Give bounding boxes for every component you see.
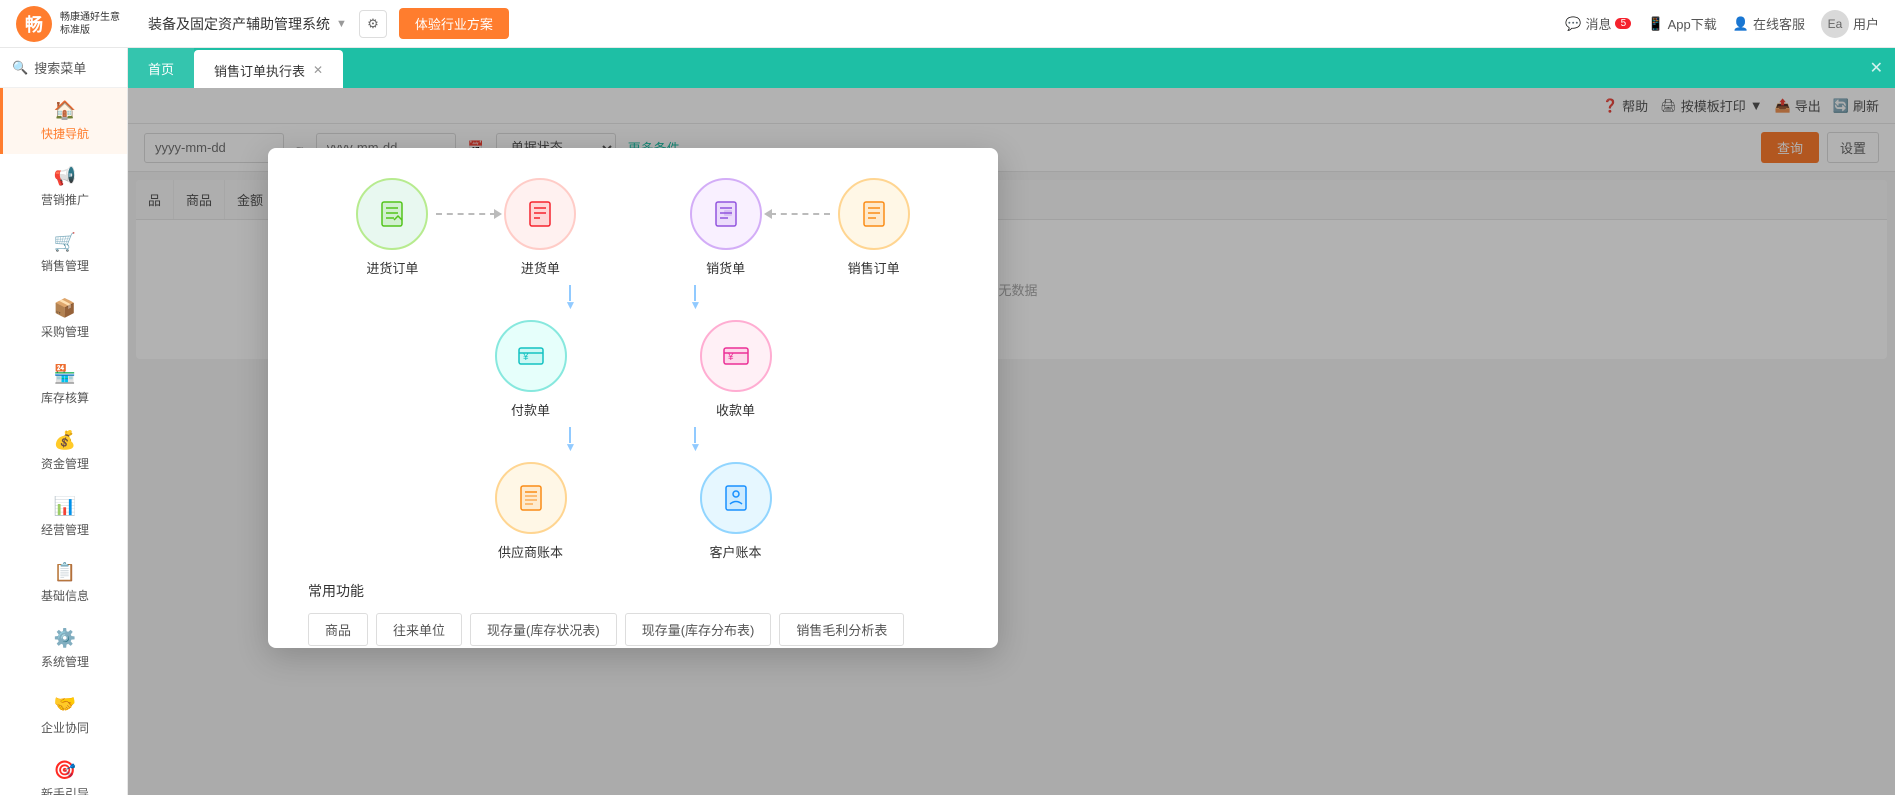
- flow-node-customer-account[interactable]: 客户账本: [700, 462, 772, 561]
- logo-icon: 畅: [16, 6, 52, 42]
- supplier-account-icon: [495, 462, 567, 534]
- experience-button[interactable]: 体验行业方案: [399, 8, 509, 39]
- logo-text: 畅康通好生意标准版: [60, 11, 120, 37]
- tab-close-icon[interactable]: ✕: [313, 63, 323, 77]
- common-func-title: 常用功能: [308, 581, 958, 601]
- func-btn-contacts[interactable]: 往来单位: [376, 613, 462, 646]
- func-btn-stock-dist[interactable]: 现存量(库存分布表): [625, 613, 772, 646]
- sidebar-item-inventory[interactable]: 🏪 库存核算: [0, 352, 127, 418]
- sidebar-item-system[interactable]: ⚙️ 系统管理: [0, 616, 127, 682]
- app-download-button[interactable]: 📱 App下载: [1647, 14, 1716, 33]
- search-menu-button[interactable]: 🔍 搜索菜单: [0, 48, 127, 88]
- sidebar-item-cooperation[interactable]: 🤝 企业协同: [0, 682, 127, 748]
- sidebar-item-quick-nav[interactable]: 🏠 快捷导航: [0, 88, 127, 154]
- sidebar-item-marketing[interactable]: 📢 营销推广: [0, 154, 127, 220]
- sidebar-item-basic-info[interactable]: 📋 基础信息: [0, 550, 127, 616]
- func-btn-product[interactable]: 商品: [308, 613, 368, 646]
- sidebar: 🔍 搜索菜单 🏠 快捷导航 📢 营销推广 🛒 销售管理 📦 采购管理 🏪: [0, 48, 128, 795]
- logo-area: 畅 畅康通好生意标准版: [16, 6, 136, 42]
- purchase-order-icon: [356, 178, 428, 250]
- flow-node-sales-bill[interactable]: 销货单: [690, 178, 762, 277]
- flow-node-receipt-bill[interactable]: ¥ 收款单: [700, 320, 772, 419]
- top-right-actions: 💬 消息 5 📱 App下载 👤 在线客服 Ea 用户: [1565, 10, 1879, 38]
- avatar: Ea: [1821, 10, 1849, 38]
- sales-icon: 🛒: [54, 232, 76, 253]
- download-icon: 📱: [1647, 16, 1663, 32]
- settings-button[interactable]: ⚙: [359, 10, 387, 38]
- home-icon: 🏠: [54, 100, 76, 121]
- sidebar-item-purchase[interactable]: 📦 采购管理: [0, 286, 127, 352]
- tab-bar-end: ✕: [1870, 58, 1895, 78]
- system-icon: ⚙️: [54, 628, 76, 649]
- flow-node-purchase-order[interactable]: 进货订单: [356, 178, 428, 277]
- sales-order-icon: [838, 178, 910, 250]
- modal-overlay[interactable]: 进货订单: [128, 88, 1895, 795]
- user-menu[interactable]: Ea 用户: [1821, 10, 1879, 38]
- online-service-button[interactable]: 👤 在线客服: [1733, 14, 1805, 33]
- tab-bar: 首页 销售订单执行表 ✕ ✕: [128, 48, 1895, 88]
- common-functions: 常用功能 商品 往来单位 现存量(库存状况表) 现存量(库存分布表) 销售毛利分…: [268, 581, 998, 648]
- customer-account-icon: [700, 462, 772, 534]
- func-buttons-row: 商品 往来单位 现存量(库存状况表) 现存量(库存分布表) 销售毛利分析表 商品…: [308, 613, 958, 648]
- system-title: 装备及固定资产辅助管理系统 ▼: [148, 14, 347, 34]
- arrow-h-1: [428, 213, 504, 243]
- top-bar: 畅 畅康通好生意标准版 装备及固定资产辅助管理系统 ▼ ⚙ 体验行业方案 💬 消…: [0, 0, 1895, 48]
- basic-info-icon: 📋: [54, 562, 76, 583]
- quick-nav-modal: 进货订单: [268, 148, 998, 648]
- func-btn-stock-status[interactable]: 现存量(库存状况表): [470, 613, 617, 646]
- search-icon: 🔍: [12, 60, 28, 76]
- purchase-bill-icon: [504, 178, 576, 250]
- inventory-icon: 🏪: [54, 364, 76, 385]
- sidebar-item-finance[interactable]: 💰 资金管理: [0, 418, 127, 484]
- purchase-icon: 📦: [54, 298, 76, 319]
- payment-bill-icon: ¥: [495, 320, 567, 392]
- flow-node-supplier-account[interactable]: 供应商账本: [495, 462, 567, 561]
- sales-bill-icon: [690, 178, 762, 250]
- dropdown-arrow-icon[interactable]: ▼: [336, 18, 347, 30]
- flow-node-sales-order[interactable]: 销售订单: [838, 178, 910, 277]
- tab-home[interactable]: 首页: [128, 48, 194, 88]
- func-btn-sales-margin[interactable]: 销售毛利分析表: [779, 613, 904, 646]
- page-content: ❓ 帮助 🖨 按模板打印 ▼ 📤 导出 🔄 刷新: [128, 88, 1895, 795]
- tab-sales-order[interactable]: 销售订单执行表 ✕: [194, 50, 343, 90]
- sidebar-item-sales[interactable]: 🛒 销售管理: [0, 220, 127, 286]
- message-badge: 5: [1615, 18, 1631, 29]
- sidebar-item-guide[interactable]: 🎯 新手引导: [0, 748, 127, 795]
- message-icon: 💬: [1565, 16, 1581, 32]
- close-all-button[interactable]: ✕: [1870, 60, 1883, 77]
- flow-node-purchase-bill[interactable]: 进货单: [504, 178, 576, 277]
- arrow-h-2: [762, 213, 838, 243]
- receipt-bill-icon: ¥: [700, 320, 772, 392]
- flow-node-payment-bill[interactable]: ¥ 付款单: [495, 320, 567, 419]
- operations-icon: 📊: [54, 496, 76, 517]
- flow-chart: 进货订单: [268, 148, 998, 581]
- cooperation-icon: 🤝: [54, 694, 76, 715]
- marketing-icon: 📢: [54, 166, 76, 187]
- guide-icon: 🎯: [54, 760, 76, 781]
- service-icon: 👤: [1733, 16, 1749, 32]
- sidebar-item-operations[interactable]: 📊 经营管理: [0, 484, 127, 550]
- finance-icon: 💰: [54, 430, 76, 451]
- message-button[interactable]: 💬 消息 5: [1565, 14, 1631, 33]
